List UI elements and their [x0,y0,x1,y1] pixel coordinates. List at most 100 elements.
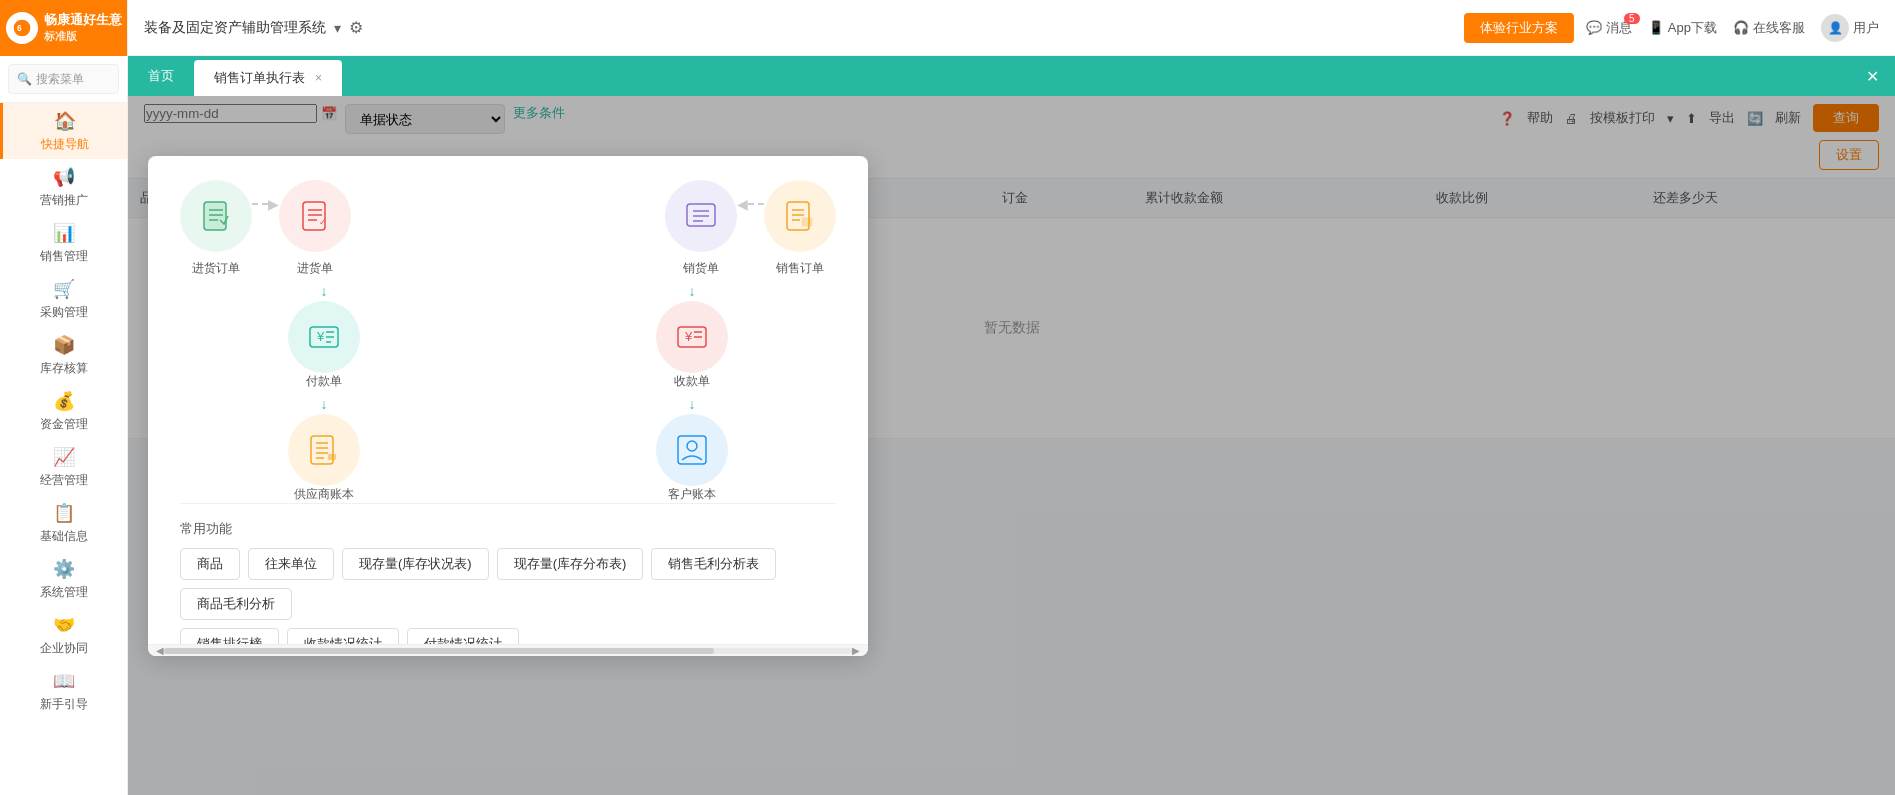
app-download-btn[interactable]: 📱 App下载 [1648,19,1717,37]
customer-node[interactable] [656,414,728,486]
sidebar-item-purchase[interactable]: 🛒 采购管理 [0,271,127,327]
online-service-btn[interactable]: 🎧 在线客服 [1733,19,1805,37]
scroll-thumb[interactable] [164,648,714,654]
finance-icon: 💰 [53,390,75,412]
sidebar-item-newuser[interactable]: 📖 新手引导 [0,663,127,719]
tab-sales-order[interactable]: 销售订单执行表 × [194,60,342,96]
purchase-icon: 🛒 [53,278,75,300]
sidebar-item-label: 资金管理 [40,416,88,433]
func-btn-product-profit[interactable]: 商品毛利分析 [180,588,292,620]
arrow-to-purchase-bill: ▶ [252,196,279,262]
flow-row-1: 进货订单 ▶ [180,180,836,277]
tabbar: 首页 销售订单执行表 × ✕ [128,56,1895,96]
payment-node[interactable]: ¥ [288,301,360,373]
common-title: 常用功能 [180,520,836,538]
modal-overlay[interactable]: 进货订单 ▶ [128,96,1895,795]
sales-order-label: 销售订单 [776,260,824,277]
arrow-down-supplier: ↓ [321,396,328,412]
svg-rect-11 [687,204,715,226]
func-buttons: 商品 往来单位 现存量(库存状况表) 现存量(库存分布表) 销售毛利分析表 商品… [180,548,836,620]
receipt-node[interactable]: ¥ [656,301,728,373]
app-sub: 标准版 [44,29,122,43]
func-btn-payment-stat[interactable]: 付款情况统计 [407,628,519,644]
sidebar-item-marketing[interactable]: 📢 营销推广 [0,159,127,215]
home-icon: 🏠 [54,110,76,132]
topbar-right: 💬 消息 5 📱 App下载 🎧 在线客服 👤 用户 [1586,14,1879,42]
sidebar-item-label: 库存核算 [40,360,88,377]
customer-col: ↓ 客户账本 [656,394,728,503]
system-icon: ⚙️ [53,558,75,580]
search-icon: 🔍 [17,72,32,86]
sales-icon: 📊 [53,222,75,244]
system-name: 装备及固定资产辅助管理系统 [144,19,326,37]
sidebar-item-quicknav[interactable]: 🏠 快捷导航 [0,103,127,159]
sidebar-item-inventory[interactable]: 📦 库存核算 [0,327,127,383]
message-badge: 5 [1624,13,1640,24]
search-menu-area[interactable]: 🔍 搜索菜单 [0,56,127,103]
func-btn-sales-rank[interactable]: 销售排行榜 [180,628,279,644]
arrow-from-sales-order: ◀ [737,196,764,262]
scroll-right-arrow[interactable]: ▶ [852,645,860,656]
sidebar: 6 畅康通好生意 标准版 🔍 搜索菜单 🏠 快捷导航 📢 营销推广 📊 销售管理… [0,0,128,795]
purchase-order-label: 进货订单 [192,260,240,277]
svg-text:¥: ¥ [684,329,693,344]
quick-nav-modal: 进货订单 ▶ [148,156,868,656]
func-btn-partner[interactable]: 往来单位 [248,548,334,580]
sales-bill-icon [665,180,737,252]
sidebar-item-label: 新手引导 [40,696,88,713]
arrow-down-customer: ↓ [689,396,696,412]
func-btn-product[interactable]: 商品 [180,548,240,580]
purchase-bill-icon: ✓ [279,180,351,252]
scroll-track [164,648,852,654]
receipt-col: ↓ ¥ 收款单 [656,281,728,390]
payment-label: 付款单 [306,373,342,390]
gear-icon[interactable]: ⚙ [349,18,363,37]
svg-text:✓: ✓ [319,217,327,227]
sidebar-item-basic[interactable]: 📋 基础信息 [0,495,127,551]
scroll-left-arrow[interactable]: ◀ [156,645,164,656]
app-download-label: App下载 [1668,19,1717,37]
dropdown-icon[interactable]: ▾ [334,20,341,36]
func-btn-stock-status[interactable]: 现存量(库存状况表) [342,548,489,580]
modal-content: 进货订单 ▶ [148,156,868,644]
common-functions-section: 常用功能 商品 往来单位 现存量(库存状况表) 现存量(库存分布表) 销售毛利分… [180,503,836,644]
tab-close-icon[interactable]: × [315,71,322,85]
sidebar-item-label: 基础信息 [40,528,88,545]
message-btn[interactable]: 💬 消息 5 [1586,19,1632,37]
main-area: 装备及固定资产辅助管理系统 ▾ ⚙ 体验行业方案 💬 消息 5 📱 App下载 … [128,0,1895,795]
sales-order-node[interactable]: 销售订单 [764,180,836,277]
message-icon: 💬 [1586,20,1602,35]
func-btn-sales-profit[interactable]: 销售毛利分析表 [651,548,776,580]
sidebar-item-operation[interactable]: 📈 经营管理 [0,439,127,495]
sidebar-item-enterprise[interactable]: 🤝 企业协同 [0,607,127,663]
supplier-node[interactable] [288,414,360,486]
sidebar-item-finance[interactable]: 💰 资金管理 [0,383,127,439]
svg-rect-34 [328,454,336,460]
marketing-icon: 📢 [53,166,75,188]
modal-scrollbar: ◀ ▶ [148,644,868,656]
sidebar-item-system[interactable]: ⚙️ 系统管理 [0,551,127,607]
logo-icon: 6 [6,12,38,44]
arrow-down-receipt: ↓ [689,283,696,299]
flow-row-3: ↓ [180,394,836,503]
svg-point-0 [13,20,30,37]
close-all-btn[interactable]: ✕ [1850,67,1895,86]
trial-btn[interactable]: 体验行业方案 [1464,13,1574,43]
payment-col: ↓ ¥ 付款单 [288,281,360,390]
newuser-icon: 📖 [53,670,75,692]
sales-bill-node[interactable]: 销货单 [665,180,737,277]
search-menu-btn[interactable]: 🔍 搜索菜单 [8,64,119,94]
tab-home[interactable]: 首页 [128,56,194,96]
download-icon: 📱 [1648,20,1664,35]
svg-text:6: 6 [17,23,22,33]
func-btn-receipt-stat[interactable]: 收款情况统计 [287,628,399,644]
arrow-down-payment: ↓ [321,283,328,299]
svg-rect-2 [204,202,226,230]
app-name: 畅康通好生意 [44,12,122,29]
func-btn-stock-dist[interactable]: 现存量(库存分布表) [497,548,644,580]
purchase-bill-node[interactable]: ✓ 进货单 [279,180,351,277]
content-area: 📅 单据状态 更多条件 ❓ 帮助 🖨 按模板打印 ▾ [128,96,1895,795]
sidebar-item-sales[interactable]: 📊 销售管理 [0,215,127,271]
purchase-order-node[interactable]: 进货订单 [180,180,252,277]
user-btn[interactable]: 👤 用户 [1821,14,1879,42]
